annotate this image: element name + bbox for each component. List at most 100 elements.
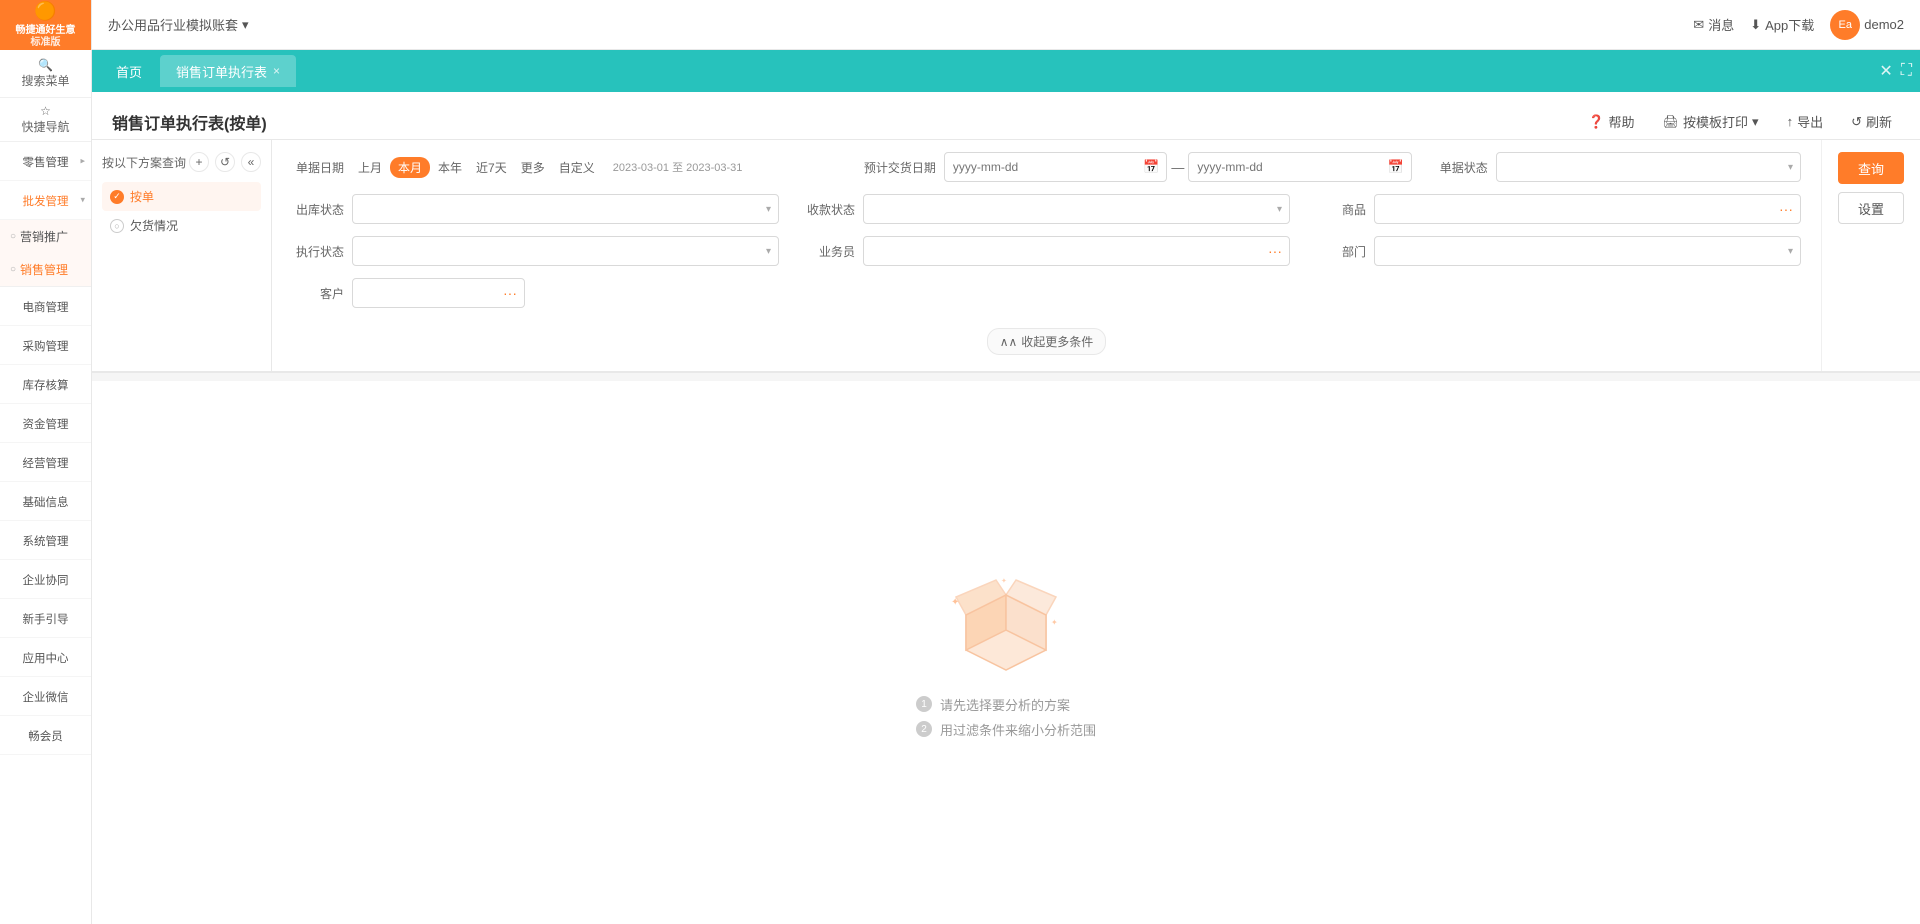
svg-text:✦: ✦ <box>951 597 959 608</box>
refresh-label: 刷新 <box>1866 112 1892 131</box>
goods-wrap: ··· <box>1374 194 1801 224</box>
wechat-label: 企业微信 <box>4 689 87 705</box>
period-custom[interactable]: 自定义 <box>553 157 601 178</box>
status-field: 单据状态 ▾ <box>1436 152 1801 182</box>
user-profile[interactable]: Ea demo2 <box>1830 10 1904 40</box>
period-7days[interactable]: 近7天 <box>470 157 513 178</box>
sidebar-item-purchase[interactable]: 采购管理 <box>0 326 91 365</box>
tab-close-icon[interactable]: × <box>273 64 280 78</box>
filter-section: 销售订单执行表(按单) ❓ 帮助 🖨 按模板打印 ▾ ↑ 导出 <box>92 92 1920 373</box>
scheme-collapse-button[interactable]: « <box>241 152 261 172</box>
tab-maximize-icon[interactable]: ⛶ <box>1901 62 1912 80</box>
sidebar-item-member[interactable]: 畅会员 <box>0 716 91 755</box>
empty-tips: 1 请先选择要分析的方案 2 用过滤条件来缩小分析范围 <box>916 695 1096 739</box>
status-select-wrap: ▾ <box>1496 152 1801 182</box>
sidebar-item-retail[interactable]: 零售管理 ▸ <box>0 142 91 181</box>
expected-date-end[interactable] <box>1188 152 1411 182</box>
calendar-start-icon[interactable]: 📅 <box>1143 159 1159 175</box>
sidebar-item-operations[interactable]: 经营管理 <box>0 443 91 482</box>
sidebar-item-basic-info[interactable]: 基础信息 <box>0 482 91 521</box>
expected-date-start[interactable] <box>944 152 1167 182</box>
help-button[interactable]: ❓ 帮助 <box>1580 108 1642 135</box>
help-icon: ❓ <box>1588 114 1604 130</box>
settings-button[interactable]: 设置 <box>1838 192 1904 224</box>
app-name: 畅捷通好生意 <box>16 25 76 37</box>
delivery-status-select[interactable] <box>352 194 779 224</box>
dept-select-wrap: ▾ <box>1374 236 1801 266</box>
tab-home[interactable]: 首页 <box>100 55 158 87</box>
goods-input[interactable] <box>1374 194 1801 224</box>
print-label: 按模板打印 <box>1683 112 1748 131</box>
salesman-label: 业务员 <box>803 243 855 260</box>
sidebar-quicknav[interactable]: ☆ 快捷导航 <box>0 98 91 142</box>
customer-dots-icon[interactable]: ··· <box>503 285 517 301</box>
department-label: 部门 <box>1314 243 1366 260</box>
wholesale-arrow: ▾ <box>80 195 85 206</box>
department-select[interactable] <box>1374 236 1801 266</box>
sidebar-item-inventory[interactable]: 库存核算 <box>0 365 91 404</box>
scheme-add-button[interactable]: + <box>189 152 209 172</box>
sidebar-item-sales[interactable]: ○ 销售管理 <box>0 253 91 286</box>
sidebar-item-system[interactable]: 系统管理 <box>0 521 91 560</box>
page-title: 销售订单执行表(按单) <box>112 110 267 134</box>
system-label: 系统管理 <box>4 533 87 549</box>
export-icon: ↑ <box>1787 114 1794 129</box>
breadcrumb[interactable]: 办公用品行业模拟账套 ▾ <box>108 15 249 34</box>
main-area: 办公用品行业模拟账套 ▾ ✉ 消息 ⬇ App下载 Ea demo2 首页 <box>92 0 1920 924</box>
inventory-label: 库存核算 <box>4 377 87 393</box>
expected-date-field: 预计交货日期 📅 — 📅 <box>864 152 1412 182</box>
period-this-year[interactable]: 本年 <box>432 157 468 178</box>
goods-field: 商品 ··· <box>1314 194 1801 224</box>
date-separator: — <box>1171 160 1184 175</box>
export-button[interactable]: ↑ 导出 <box>1779 108 1832 135</box>
sidebar-search[interactable]: 🔍 搜索菜单 <box>0 50 91 98</box>
salesman-dots-icon[interactable]: ··· <box>1268 243 1282 259</box>
sidebar-item-marketing[interactable]: ○ 营销推广 <box>0 220 91 253</box>
scheme-item-orders[interactable]: ✓ 按单 <box>102 182 261 211</box>
salesman-input[interactable] <box>863 236 1290 266</box>
print-button[interactable]: 🖨 按模板打印 ▾ <box>1655 108 1767 135</box>
payment-status-select[interactable] <box>863 194 1290 224</box>
delivery-status-field: 出库状态 ▾ <box>292 194 779 224</box>
filter-row-1: 单据日期 上月 本月 本年 近7天 更多 自定义 2023-03-01 至 20… <box>292 152 1801 182</box>
execution-status-select[interactable] <box>352 236 779 266</box>
period-more[interactable]: 更多 <box>515 157 551 178</box>
status-select[interactable] <box>1496 152 1801 182</box>
export-label: 导出 <box>1797 112 1823 131</box>
refresh-button[interactable]: ↺ 刷新 <box>1843 108 1900 135</box>
expected-date-end-wrap: 📅 <box>1188 152 1411 182</box>
scheme-reset-button[interactable]: ↺ <box>215 152 235 172</box>
sidebar-item-finance[interactable]: 资金管理 <box>0 404 91 443</box>
tab-close-window-icon[interactable]: ✕ <box>1879 61 1892 81</box>
sidebar-item-ecommerce[interactable]: 电商管理 <box>0 287 91 326</box>
customer-field: 客户 ··· <box>292 278 525 308</box>
collapse-label: 收起更多条件 <box>1021 333 1093 350</box>
execution-status-label: 执行状态 <box>292 243 344 260</box>
goods-dots-icon[interactable]: ··· <box>1779 201 1793 217</box>
query-button[interactable]: 查询 <box>1838 152 1904 184</box>
app-download-action[interactable]: ⬇ App下载 <box>1750 15 1814 34</box>
filter-fields: 单据日期 上月 本月 本年 近7天 更多 自定义 2023-03-01 至 20… <box>272 140 1821 371</box>
period-this-month[interactable]: 本月 <box>390 157 430 178</box>
filter-area: 按以下方案查询 + ↺ « ✓ 按单 ○ 欠货情况 <box>92 140 1920 371</box>
customer-input[interactable] <box>352 278 525 308</box>
print-icon: 🖨 <box>1663 114 1680 130</box>
sidebar-item-wholesale[interactable]: 批发管理 ▾ <box>0 181 91 220</box>
breadcrumb-arrow-icon: ▾ <box>242 17 249 33</box>
sidebar-submenu-wholesale: ○ 营销推广 ○ 销售管理 <box>0 220 91 287</box>
period-last-month[interactable]: 上月 <box>352 157 388 178</box>
message-icon: ✉ <box>1693 17 1704 33</box>
department-field: 部门 ▾ <box>1314 236 1801 266</box>
search-icon: 🔍 <box>38 58 53 72</box>
calendar-end-icon[interactable]: 📅 <box>1388 159 1404 175</box>
message-action[interactable]: ✉ 消息 <box>1693 15 1734 34</box>
sales-order-tab-label: 销售订单执行表 <box>176 62 267 81</box>
sidebar-item-appcenter[interactable]: 应用中心 <box>0 638 91 677</box>
tab-sales-order[interactable]: 销售订单执行表 × <box>160 55 296 87</box>
collapse-button[interactable]: ∧∧ 收起更多条件 <box>987 328 1107 355</box>
top-header: 办公用品行业模拟账套 ▾ ✉ 消息 ⬇ App下载 Ea demo2 <box>92 0 1920 50</box>
scheme-item-shortage[interactable]: ○ 欠货情况 <box>102 211 261 240</box>
sidebar-item-wechat[interactable]: 企业微信 <box>0 677 91 716</box>
sidebar-item-newguide[interactable]: 新手引导 <box>0 599 91 638</box>
sidebar-item-enterprise[interactable]: 企业协同 <box>0 560 91 599</box>
